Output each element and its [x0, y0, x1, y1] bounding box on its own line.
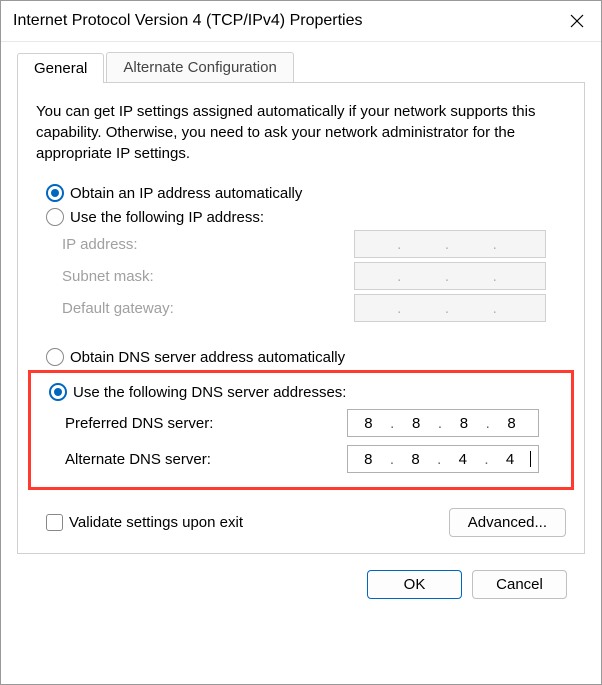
- radio-dns-auto-row[interactable]: Obtain DNS server address automatically: [36, 348, 566, 366]
- subnet-mask-input: . . .: [354, 262, 546, 290]
- ok-button[interactable]: OK: [367, 570, 462, 599]
- bottom-row: Validate settings upon exit Advanced...: [36, 508, 566, 537]
- field-alternate-dns: Alternate DNS server: 8. 8. 4. 4: [65, 445, 565, 473]
- close-button[interactable]: [565, 9, 589, 33]
- titlebar: Internet Protocol Version 4 (TCP/IPv4) P…: [1, 1, 601, 42]
- alternate-dns-label: Alternate DNS server:: [65, 451, 211, 468]
- field-default-gateway: Default gateway: . . .: [62, 294, 546, 322]
- field-preferred-dns: Preferred DNS server: 8. 8. 8. 8: [65, 409, 565, 437]
- highlight-box: Use the following DNS server addresses: …: [28, 370, 574, 490]
- radio-dns-manual-row[interactable]: Use the following DNS server addresses:: [37, 383, 565, 401]
- ip-address-input: . . .: [354, 230, 546, 258]
- close-icon: [570, 14, 584, 28]
- text-cursor: [530, 451, 531, 467]
- radio-dns-auto[interactable]: [46, 348, 64, 366]
- preferred-dns-input[interactable]: 8. 8. 8. 8: [347, 409, 539, 437]
- tab-panel-general: You can get IP settings assigned automat…: [17, 83, 585, 554]
- field-ip-address: IP address: . . .: [62, 230, 546, 258]
- subnet-mask-label: Subnet mask:: [62, 268, 154, 285]
- validate-checkbox-row[interactable]: Validate settings upon exit: [46, 514, 243, 531]
- radio-ip-auto-row[interactable]: Obtain an IP address automatically: [36, 184, 566, 202]
- radio-ip-manual-label: Use the following IP address:: [70, 209, 264, 226]
- radio-dns-manual[interactable]: [49, 383, 67, 401]
- default-gateway-label: Default gateway:: [62, 300, 174, 317]
- tab-strip: General Alternate Configuration: [17, 52, 585, 83]
- ip-address-label: IP address:: [62, 236, 138, 253]
- advanced-button[interactable]: Advanced...: [449, 508, 566, 537]
- dialog-footer: OK Cancel: [17, 554, 585, 611]
- preferred-dns-label: Preferred DNS server:: [65, 415, 213, 432]
- dialog-window: Internet Protocol Version 4 (TCP/IPv4) P…: [0, 0, 602, 685]
- validate-label: Validate settings upon exit: [69, 514, 243, 531]
- validate-checkbox[interactable]: [46, 514, 63, 531]
- radio-ip-manual-row[interactable]: Use the following IP address:: [36, 208, 566, 226]
- default-gateway-input: . . .: [354, 294, 546, 322]
- field-subnet-mask: Subnet mask: . . .: [62, 262, 546, 290]
- tab-alternate-configuration[interactable]: Alternate Configuration: [106, 52, 293, 82]
- radio-dns-auto-label: Obtain DNS server address automatically: [70, 349, 345, 366]
- window-title: Internet Protocol Version 4 (TCP/IPv4) P…: [13, 12, 362, 30]
- cancel-button[interactable]: Cancel: [472, 570, 567, 599]
- alternate-dns-input[interactable]: 8. 8. 4. 4: [347, 445, 539, 473]
- tab-general[interactable]: General: [17, 53, 104, 83]
- description-text: You can get IP settings assigned automat…: [36, 101, 566, 164]
- radio-ip-manual[interactable]: [46, 208, 64, 226]
- radio-ip-auto-label: Obtain an IP address automatically: [70, 185, 302, 202]
- dialog-content: General Alternate Configuration You can …: [1, 42, 601, 627]
- radio-ip-auto[interactable]: [46, 184, 64, 202]
- radio-dns-manual-label: Use the following DNS server addresses:: [73, 384, 346, 401]
